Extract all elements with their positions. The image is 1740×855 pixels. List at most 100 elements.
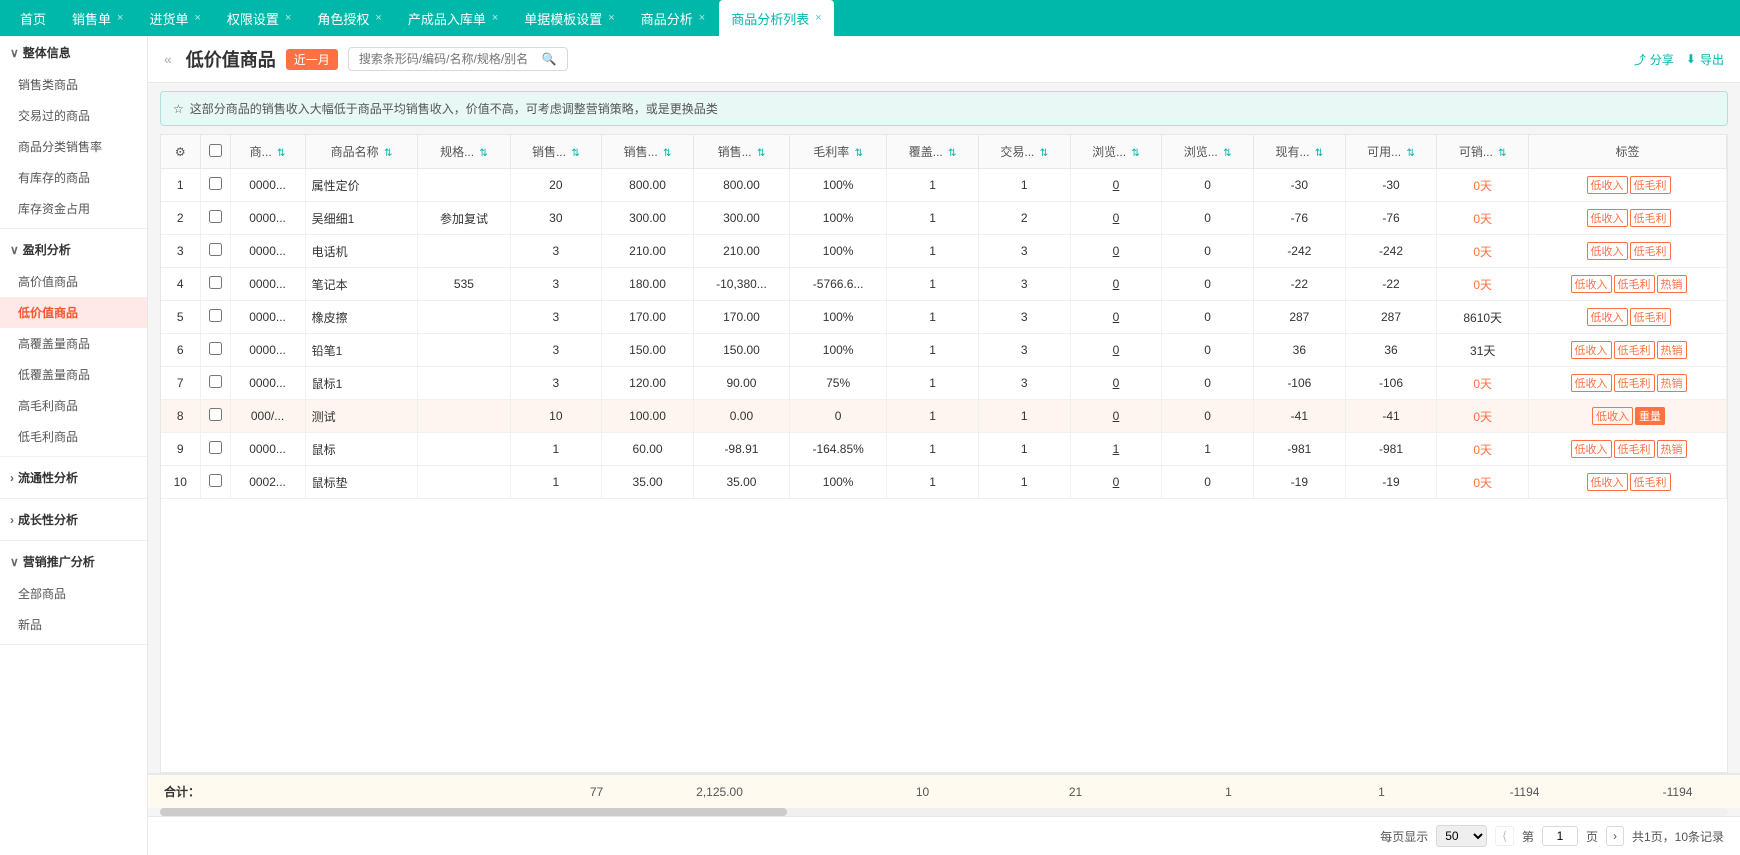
browse1-value[interactable]: 0 bbox=[1113, 211, 1120, 225]
row-current-stock: 36 bbox=[1253, 334, 1345, 367]
close-tab-icon[interactable]: × bbox=[815, 12, 821, 24]
sidebar-collapse-btn[interactable]: « bbox=[164, 51, 172, 67]
sidebar-item-高价值商品[interactable]: 高价值商品 bbox=[0, 266, 147, 297]
browse1-value[interactable]: 0 bbox=[1113, 310, 1120, 324]
close-tab-icon[interactable]: × bbox=[492, 12, 498, 24]
first-page-btn[interactable]: ⟨ bbox=[1495, 826, 1514, 846]
close-tab-icon[interactable]: × bbox=[375, 12, 381, 24]
sidebar-item-低覆盖量商品[interactable]: 低覆盖量商品 bbox=[0, 359, 147, 390]
sidebar-group-整体信息[interactable]: ∨整体信息 bbox=[0, 36, 147, 69]
row-gross-rate: 100% bbox=[790, 466, 887, 499]
sort-icon-code[interactable]: ⇅ bbox=[277, 148, 285, 159]
sidebar-group-成长性分析[interactable]: ›成长性分析 bbox=[0, 503, 147, 536]
row-checkbox[interactable] bbox=[209, 441, 222, 454]
nav-tab-权限设置[interactable]: 权限设置× bbox=[215, 0, 303, 36]
sort-icon-gross[interactable]: ⇅ bbox=[855, 148, 863, 159]
close-tab-icon[interactable]: × bbox=[699, 12, 705, 24]
row-spec bbox=[418, 301, 510, 334]
browse1-value[interactable]: 0 bbox=[1113, 178, 1120, 192]
nav-tab-进货单[interactable]: 进货单× bbox=[137, 0, 212, 36]
row-checkbox[interactable] bbox=[209, 276, 222, 289]
sort-icon-b1[interactable]: ⇅ bbox=[1131, 148, 1139, 159]
browse1-value[interactable]: 0 bbox=[1113, 277, 1120, 291]
sidebar-item-商品分类销售率[interactable]: 商品分类销售率 bbox=[0, 131, 147, 162]
nav-tab-销售单[interactable]: 销售单× bbox=[60, 0, 135, 36]
row-checkbox[interactable] bbox=[209, 342, 222, 355]
tag-label: 低收入 bbox=[1587, 209, 1628, 227]
col-settings[interactable]: ⚙ bbox=[161, 135, 200, 169]
browse1-value[interactable]: 1 bbox=[1113, 442, 1120, 456]
sort-icon-cs[interactable]: ⇅ bbox=[1315, 148, 1323, 159]
close-tab-icon[interactable]: × bbox=[117, 12, 123, 24]
filter-tag-btn[interactable]: 近一月 bbox=[286, 49, 338, 70]
nav-tab-单据模板设置[interactable]: 单据模板设置× bbox=[512, 0, 626, 36]
horizontal-scrollbar[interactable] bbox=[160, 808, 1728, 816]
row-checkbox[interactable] bbox=[209, 375, 222, 388]
sidebar-item-全部商品[interactable]: 全部商品 bbox=[0, 578, 147, 609]
sidebar-item-库存资金占用[interactable]: 库存资金占用 bbox=[0, 193, 147, 224]
row-sales-qty: 20 bbox=[510, 169, 602, 202]
close-tab-icon[interactable]: × bbox=[608, 12, 614, 24]
sort-icon-amount[interactable]: ⇅ bbox=[663, 148, 671, 159]
browse1-value[interactable]: 0 bbox=[1113, 409, 1120, 423]
group-arrow-icon: ∨ bbox=[10, 46, 19, 60]
row-gross-rate: 75% bbox=[790, 367, 887, 400]
row-checkbox[interactable] bbox=[209, 474, 222, 487]
search-icon[interactable]: 🔍 bbox=[542, 52, 557, 66]
browse1-value[interactable]: 0 bbox=[1113, 475, 1120, 489]
search-input[interactable] bbox=[359, 52, 536, 66]
footer-label: 合计： bbox=[164, 783, 200, 800]
sidebar-item-高毛利商品[interactable]: 高毛利商品 bbox=[0, 390, 147, 421]
sidebar-item-高覆盖量商品[interactable]: 高覆盖量商品 bbox=[0, 328, 147, 359]
row-seq: 9 bbox=[161, 433, 200, 466]
browse1-value[interactable]: 0 bbox=[1113, 244, 1120, 258]
info-text: 这部分商品的销售收入大幅低于商品平均销售收入，价值不高，可考虑调整营销策略，或是… bbox=[190, 100, 718, 117]
select-all-checkbox[interactable] bbox=[209, 144, 222, 157]
tag-label: 低收入 bbox=[1571, 440, 1612, 458]
row-checkbox[interactable] bbox=[209, 408, 222, 421]
sort-icon-coverage[interactable]: ⇅ bbox=[948, 148, 956, 159]
row-checkbox[interactable] bbox=[209, 210, 222, 223]
row-checkbox[interactable] bbox=[209, 243, 222, 256]
sidebar-item-交易过的商品[interactable]: 交易过的商品 bbox=[0, 100, 147, 131]
row-checkbox[interactable] bbox=[209, 309, 222, 322]
browse1-value[interactable]: 0 bbox=[1113, 376, 1120, 390]
sidebar-item-低价值商品[interactable]: 低价值商品 bbox=[0, 297, 147, 328]
sort-icon-tx[interactable]: ⇅ bbox=[1040, 148, 1048, 159]
footer-available: -1194 bbox=[1631, 785, 1724, 799]
row-sales-qty: 3 bbox=[510, 235, 602, 268]
sidebar-group-盈利分析[interactable]: ∨盈利分析 bbox=[0, 233, 147, 266]
header-right: ⤴ 分享 ⬇ 导出 bbox=[1634, 51, 1724, 68]
sort-icon-name[interactable]: ⇅ bbox=[384, 148, 392, 159]
sort-icon-sl[interactable]: ⇅ bbox=[1498, 148, 1506, 159]
sidebar-group-营销推广分析[interactable]: ∨营销推广分析 bbox=[0, 545, 147, 578]
sidebar-group-流通性分析[interactable]: ›流通性分析 bbox=[0, 461, 147, 494]
nav-tab-产成品入库单[interactable]: 产成品入库单× bbox=[396, 0, 510, 36]
close-tab-icon[interactable]: × bbox=[285, 12, 291, 24]
sort-icon-b2[interactable]: ⇅ bbox=[1223, 148, 1231, 159]
page-title: 低价值商品 bbox=[186, 46, 276, 72]
nav-tab-商品分析[interactable]: 商品分析× bbox=[629, 0, 717, 36]
sort-icon-avg[interactable]: ⇅ bbox=[757, 148, 765, 159]
nav-tab-角色授权[interactable]: 角色授权× bbox=[305, 0, 393, 36]
sidebar-item-低毛利商品[interactable]: 低毛利商品 bbox=[0, 421, 147, 452]
row-checkbox[interactable] bbox=[209, 177, 222, 190]
sort-icon-spec[interactable]: ⇅ bbox=[479, 148, 487, 159]
sidebar-item-新品[interactable]: 新品 bbox=[0, 609, 147, 640]
nav-tab-首页[interactable]: 首页 bbox=[8, 0, 58, 36]
row-spec bbox=[418, 367, 510, 400]
share-btn[interactable]: ⤴ 分享 bbox=[1634, 51, 1674, 68]
table-row: 3 0000... 电话机 3 210.00 210.00 100% 1 3 0… bbox=[161, 235, 1727, 268]
page-number-input[interactable] bbox=[1542, 826, 1578, 846]
browse1-value[interactable]: 0 bbox=[1113, 343, 1120, 357]
export-btn[interactable]: ⬇ 导出 bbox=[1686, 51, 1724, 68]
info-icon: ☆ bbox=[173, 102, 184, 116]
sidebar-item-有库存的商品[interactable]: 有库存的商品 bbox=[0, 162, 147, 193]
close-tab-icon[interactable]: × bbox=[194, 12, 200, 24]
nav-tab-商品分析列表[interactable]: 商品分析列表× bbox=[719, 0, 833, 36]
sidebar-item-销售类商品[interactable]: 销售类商品 bbox=[0, 69, 147, 100]
next-page-btn[interactable]: › bbox=[1606, 826, 1624, 846]
sort-icon-av[interactable]: ⇅ bbox=[1406, 148, 1414, 159]
per-page-select[interactable]: 50 100 200 bbox=[1436, 825, 1487, 847]
sort-icon-qty[interactable]: ⇅ bbox=[571, 148, 579, 159]
